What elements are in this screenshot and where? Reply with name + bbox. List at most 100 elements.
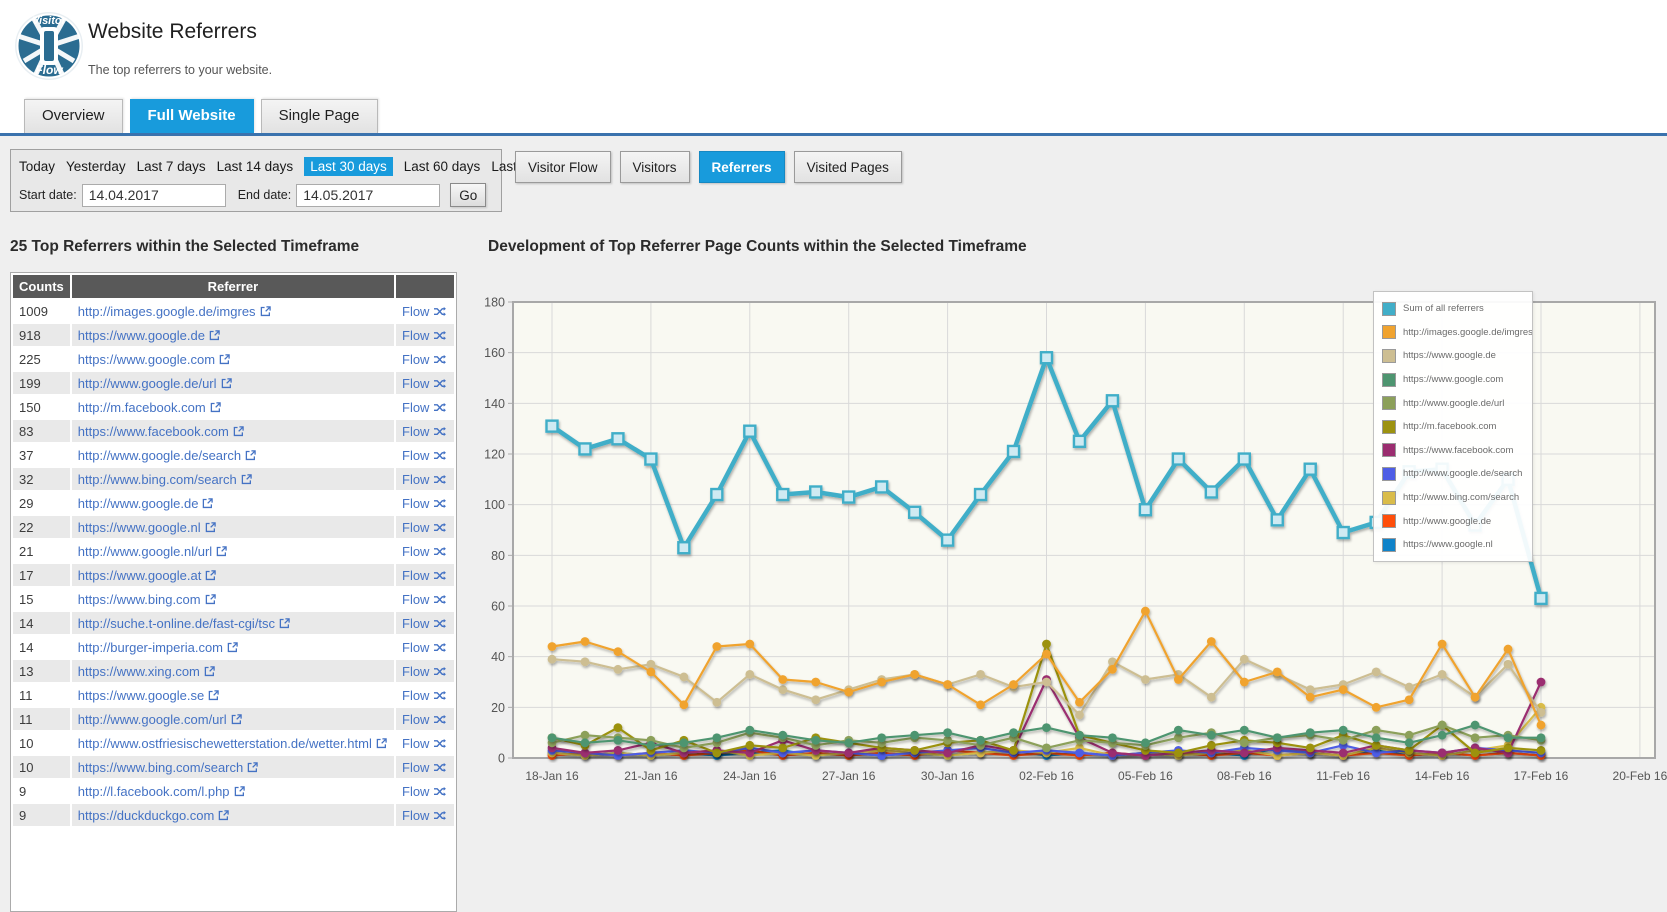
referrer-url-link[interactable]: https://www.bing.com/search <box>78 760 243 775</box>
legend-item-10[interactable]: https://www.google.nl <box>1382 533 1532 557</box>
range-today[interactable]: Today <box>19 159 55 174</box>
referrer-count: 17 <box>13 564 70 586</box>
flow-link[interactable]: Flow <box>402 400 429 415</box>
legend-item-0[interactable]: Sum of all referrers <box>1382 297 1532 321</box>
flow-link[interactable]: Flow <box>402 688 429 703</box>
referrer-url-link[interactable]: http://www.google.de <box>78 496 199 511</box>
referrer-url-link[interactable]: https://www.xing.com <box>78 664 200 679</box>
referrer-table-title: 25 Top Referrers within the Selected Tim… <box>10 238 360 255</box>
end-date-input[interactable] <box>296 183 441 207</box>
referrer-url-link[interactable]: https://www.google.at <box>78 568 202 583</box>
range-last-30-days[interactable]: Last 30 days <box>304 156 393 176</box>
svg-text:180: 180 <box>484 296 505 310</box>
range-last-7-days[interactable]: Last 7 days <box>137 159 206 174</box>
range-last-60-days[interactable]: Last 60 days <box>404 159 481 174</box>
table-row: 22 https://www.google.nl Flow <box>13 516 454 538</box>
legend-label: http://m.facebook.com <box>1403 421 1497 433</box>
referrer-url-link[interactable]: https://www.google.nl <box>78 520 201 535</box>
flow-link[interactable]: Flow <box>402 472 429 487</box>
referrer-count: 83 <box>13 420 70 442</box>
referrer-url-link[interactable]: http://burger-imperia.com <box>78 640 223 655</box>
legend-label: http://images.google.de/imgres <box>1403 326 1532 338</box>
referrer-url-link[interactable]: http://images.google.de/imgres <box>78 304 256 319</box>
tab-single-page[interactable]: Single Page <box>260 99 378 133</box>
referrer-url-link[interactable]: https://www.bing.com <box>78 592 201 607</box>
svg-text:140: 140 <box>484 397 505 411</box>
tab-full-website[interactable]: Full Website <box>129 99 254 133</box>
external-link-icon <box>279 617 290 628</box>
flow-link[interactable]: Flow <box>402 424 429 439</box>
table-row: 15 https://www.bing.com Flow <box>13 588 454 610</box>
view-button-visitors[interactable]: Visitors <box>619 151 690 183</box>
referrer-url-link[interactable]: http://suche.t-online.de/fast-cgi/tsc <box>78 616 275 631</box>
table-row: 225 https://www.google.com Flow <box>13 348 454 370</box>
referrer-url-link[interactable]: https://www.google.se <box>78 688 204 703</box>
svg-text:24-Jan 16: 24-Jan 16 <box>723 769 777 783</box>
range-yesterday[interactable]: Yesterday <box>66 159 126 174</box>
view-button-visitor-flow[interactable]: Visitor Flow <box>515 151 611 183</box>
flow-cell: Flow <box>396 444 454 466</box>
flow-shuffle-icon <box>434 738 447 748</box>
flow-link[interactable]: Flow <box>402 520 429 535</box>
referrer-url-link[interactable]: https://www.google.com <box>78 352 215 367</box>
referrer-url-link[interactable]: http://m.facebook.com <box>78 400 206 415</box>
legend-swatch <box>1382 396 1396 411</box>
referrer-url-link[interactable]: http://www.google.de/url <box>78 376 217 391</box>
flow-cell: Flow <box>396 492 454 514</box>
referrer-url-link[interactable]: http://www.google.com/url <box>78 712 227 727</box>
legend-item-7[interactable]: http://www.google.de/search <box>1382 462 1532 486</box>
flow-link[interactable]: Flow <box>402 328 429 343</box>
flow-link[interactable]: Flow <box>402 808 429 823</box>
view-button-referrers[interactable]: Referrers <box>698 151 785 183</box>
referrer-url-link[interactable]: https://duckduckgo.com <box>78 808 215 823</box>
flow-link[interactable]: Flow <box>402 592 429 607</box>
referrer-url-link[interactable]: https://www.facebook.com <box>78 424 229 439</box>
range-last-14-days[interactable]: Last 14 days <box>217 159 294 174</box>
tab-overview[interactable]: Overview <box>24 99 123 133</box>
referrer-url-link[interactable]: http://www.google.nl/url <box>78 544 212 559</box>
flow-link[interactable]: Flow <box>402 496 429 511</box>
legend-item-6[interactable]: https://www.facebook.com <box>1382 439 1532 463</box>
referrer-url-link[interactable]: http://www.ostfriesischewetterstation.de… <box>78 736 372 751</box>
external-link-icon <box>227 641 238 652</box>
legend-item-1[interactable]: http://images.google.de/imgres <box>1382 321 1532 345</box>
external-link-icon <box>233 425 244 436</box>
referrer-url-link[interactable]: http://www.google.de/search <box>78 448 241 463</box>
flow-cell: Flow <box>396 324 454 346</box>
flow-shuffle-icon <box>434 498 447 508</box>
flow-link[interactable]: Flow <box>402 760 429 775</box>
referrer-url-link[interactable]: https://www.google.de <box>78 328 205 343</box>
flow-link[interactable]: Flow <box>402 448 429 463</box>
flow-link[interactable]: Flow <box>402 640 429 655</box>
flow-link[interactable]: Flow <box>402 784 429 799</box>
flow-shuffle-icon <box>434 570 447 580</box>
flow-link[interactable]: Flow <box>402 664 429 679</box>
table-row: 918 https://www.google.de Flow <box>13 324 454 346</box>
legend-item-8[interactable]: http://www.bing.com/search <box>1382 486 1532 510</box>
flow-shuffle-icon <box>434 546 447 556</box>
flow-link[interactable]: Flow <box>402 304 429 319</box>
flow-link[interactable]: Flow <box>402 616 429 631</box>
legend-item-4[interactable]: http://www.google.de/url <box>1382 391 1532 415</box>
flow-link[interactable]: Flow <box>402 712 429 727</box>
flow-link[interactable]: Flow <box>402 544 429 559</box>
legend-label: http://www.bing.com/search <box>1403 492 1520 504</box>
column-header-counts: Counts <box>13 275 70 298</box>
view-button-visited-pages[interactable]: Visited Pages <box>793 151 902 183</box>
legend-item-2[interactable]: https://www.google.de <box>1382 344 1532 368</box>
legend-item-3[interactable]: https://www.google.com <box>1382 368 1532 392</box>
referrer-url-cell: http://m.facebook.com <box>71 396 394 418</box>
table-row: 10 http://www.ostfriesischewetterstation.… <box>13 732 454 754</box>
referrer-url-link[interactable]: http://l.facebook.com/l.php <box>78 784 230 799</box>
flow-shuffle-icon <box>434 426 447 436</box>
referrer-url-link[interactable]: http://www.bing.com/search <box>78 472 237 487</box>
flow-link[interactable]: Flow <box>402 736 429 751</box>
flow-link[interactable]: Flow <box>402 376 429 391</box>
flow-link[interactable]: Flow <box>402 352 429 367</box>
legend-item-5[interactable]: http://m.facebook.com <box>1382 415 1532 439</box>
start-date-input[interactable] <box>81 183 226 207</box>
flow-link[interactable]: Flow <box>402 568 429 583</box>
legend-item-9[interactable]: http://www.google.de <box>1382 509 1532 533</box>
go-button[interactable]: Go <box>450 183 487 207</box>
svg-text:08-Feb 16: 08-Feb 16 <box>1217 769 1272 783</box>
